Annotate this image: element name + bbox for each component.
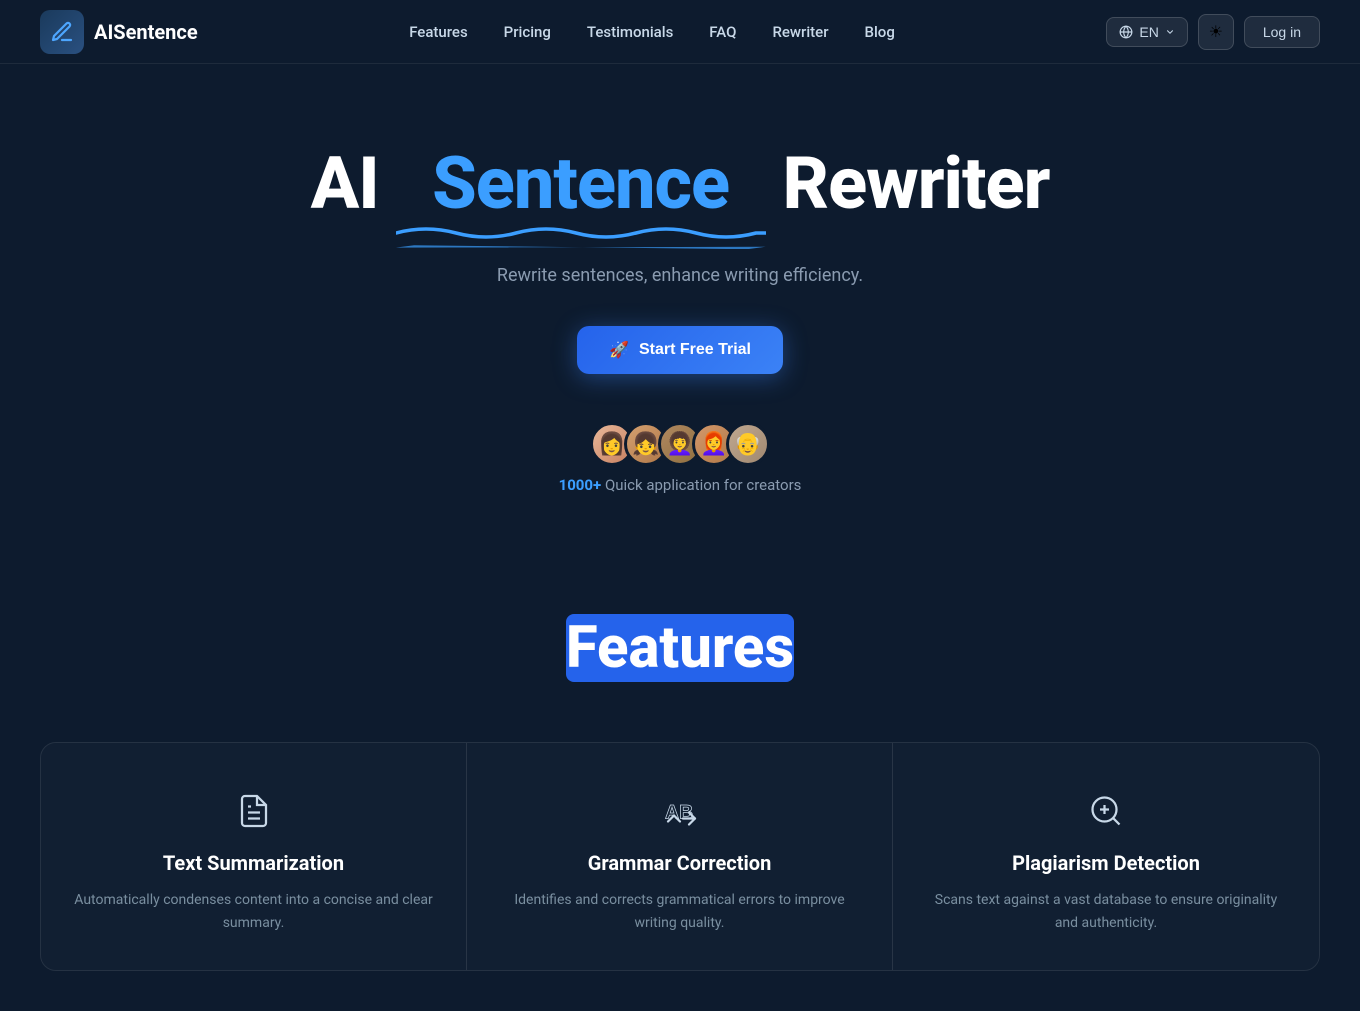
social-proof-text: 1000+ Quick application for creators [559,476,802,494]
grammar-correction-icon: AB [499,791,860,831]
social-count: 1000+ [559,476,602,494]
avatar-group: 👩 👧 👩‍🦱 👩‍🦰 👴 [590,422,770,466]
feature-desc-plagiarism: Scans text against a vast database to en… [925,889,1287,934]
nav-right: EN ☀ Log in [1106,14,1320,50]
title-underline-wave [396,225,766,241]
chevron-down-icon [1165,27,1175,37]
feature-card-plagiarism-detection: Plagiarism Detection Scans text against … [893,743,1319,970]
avatar: 👴 [726,422,770,466]
features-grid: Text Summarization Automatically condens… [40,742,1320,971]
feature-title-plagiarism: Plagiarism Detection [925,851,1287,875]
hero-title-part1: AI [311,141,396,226]
nav-faq[interactable]: FAQ [709,23,736,41]
nav-pricing[interactable]: Pricing [504,23,551,41]
hero-title: AI Sentence Rewriter [20,144,1340,241]
social-proof: 👩 👧 👩‍🦱 👩‍🦰 👴 1000+ Quick application fo… [20,422,1340,494]
login-button[interactable]: Log in [1244,16,1320,48]
feature-card-text-summarization: Text Summarization Automatically condens… [41,743,467,970]
hero-title-part2: Rewriter [766,141,1050,226]
nav-blog[interactable]: Blog [865,23,895,41]
globe-icon [1119,25,1133,39]
brand-name: AISentence [94,20,198,44]
cta-label: Start Free Trial [639,341,751,359]
feature-desc-grammar: Identifies and corrects grammatical erro… [499,889,860,934]
logo-link[interactable]: AISentence [40,10,198,54]
cta-button[interactable]: 🚀 Start Free Trial [577,326,783,374]
plagiarism-detection-icon [925,791,1287,831]
hero-title-sentence: Sentence [396,144,766,241]
theme-toggle[interactable]: ☀ [1198,14,1234,50]
lang-label: EN [1139,24,1158,40]
cta-icon: 🚀 [609,340,629,360]
nav-features[interactable]: Features [409,23,467,41]
feature-desc-summarization: Automatically condenses content into a c… [73,889,434,934]
nav-rewriter[interactable]: Rewriter [772,23,828,41]
feature-title-summarization: Text Summarization [73,851,434,875]
features-section: Features Text Summarization Automaticall… [0,554,1360,1011]
language-selector[interactable]: EN [1106,17,1187,47]
text-summarization-icon [73,791,434,831]
hero-subtitle: Rewrite sentences, enhance writing effic… [20,265,1340,286]
feature-title-grammar: Grammar Correction [499,851,860,875]
nav-testimonials[interactable]: Testimonials [587,23,673,41]
logo-icon [40,10,84,54]
features-heading-wrap: Features [566,614,794,682]
features-heading: Features [566,614,794,682]
theme-icon: ☀ [1209,22,1223,42]
nav-links: Features Pricing Testimonials FAQ Rewrit… [409,22,895,41]
hero-section: AI Sentence Rewriter Rewrite sentences, … [0,64,1360,554]
navbar: AISentence Features Pricing Testimonials… [0,0,1360,64]
feature-card-grammar-correction: AB Grammar Correction Identifies and cor… [467,743,893,970]
